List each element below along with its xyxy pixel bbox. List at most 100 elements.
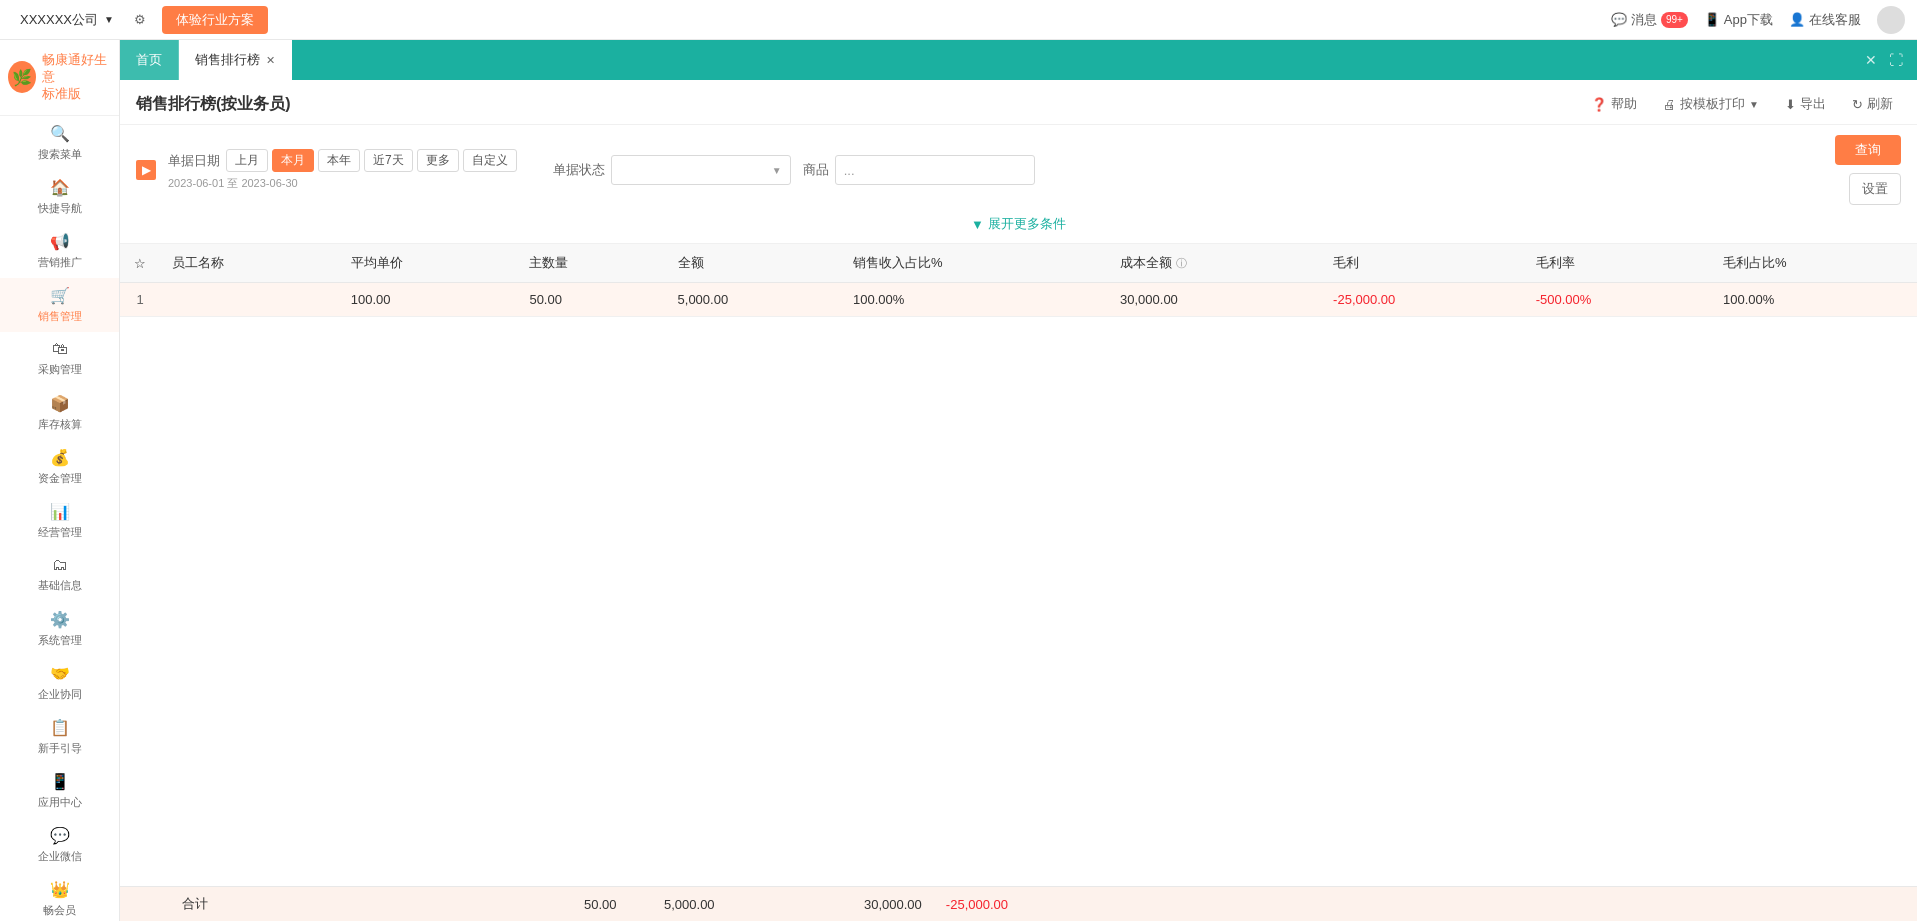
filter-settings-button[interactable]: 设置 xyxy=(1849,173,1901,205)
page-body: 销售排行榜(按业务员) ❓ 帮助 🖨 按模板打印 ▼ ⬇ 导出 xyxy=(120,80,1917,921)
goods-filter-group: 商品 ... xyxy=(803,155,1035,185)
marketing-icon: 📢 xyxy=(50,232,70,251)
sidebar-item-app-center[interactable]: 📱 应用中心 xyxy=(0,764,119,818)
online-service-button[interactable]: 👤 在线客服 xyxy=(1789,11,1861,29)
prev-month-button[interactable]: 上月 xyxy=(226,149,268,172)
sidebar-item-sales[interactable]: 🛒 销售管理 xyxy=(0,278,119,332)
sidebar-item-quick-nav[interactable]: 🏠 快捷导航 xyxy=(0,170,119,224)
current-year-button[interactable]: 本年 xyxy=(318,149,360,172)
wechat-icon: 💬 xyxy=(50,826,70,845)
tab-bar: 首页 销售排行榜 ✕ ✕ ⛶ xyxy=(120,40,1917,80)
custom-button[interactable]: 自定义 xyxy=(463,149,517,172)
message-button[interactable]: 💬 消息 99+ xyxy=(1611,11,1688,29)
sidebar-item-purchase[interactable]: 🛍 采购管理 xyxy=(0,332,119,386)
app-download-label: App下载 xyxy=(1724,11,1773,29)
main-content: 首页 销售排行榜 ✕ ✕ ⛶ 销售排行榜(按业务员) ❓ 帮助 xyxy=(120,40,1917,921)
avatar[interactable] xyxy=(1877,6,1905,34)
col-avg-price: 平均单价 xyxy=(339,244,518,283)
cell-name xyxy=(160,283,339,317)
status-filter-group: 单据状态 ▼ xyxy=(553,155,791,185)
sidebar-item-inventory[interactable]: 📦 库存核算 xyxy=(0,386,119,440)
sidebar-item-member[interactable]: 👑 畅会员 xyxy=(0,872,119,921)
date-range-text: 2023-06-01 至 2023-06-30 xyxy=(168,176,517,191)
more-button[interactable]: 更多 xyxy=(417,149,459,172)
expand-more-label: 展开更多条件 xyxy=(988,215,1066,233)
status-select[interactable]: ▼ xyxy=(611,155,791,185)
system-icon: ⚙️ xyxy=(50,610,70,629)
settings-gear-button[interactable]: ⚙ xyxy=(126,6,154,34)
table-header-row: ☆ 员工名称 平均单价 主数量 全额 销售收入占比% 成本全额 ⓘ 毛利 毛利率… xyxy=(120,244,1917,283)
cell-gross-rate: -500.00% xyxy=(1524,283,1711,317)
cell-gross-pct: 100.00% xyxy=(1711,283,1917,317)
sidebar-item-operations[interactable]: 📊 经营管理 xyxy=(0,494,119,548)
current-month-button[interactable]: 本月 xyxy=(272,149,314,172)
sidebar-label-sales: 销售管理 xyxy=(38,309,82,324)
page-title: 销售排行榜(按业务员) xyxy=(136,94,291,115)
table-container: ☆ 员工名称 平均单价 主数量 全额 销售收入占比% 成本全额 ⓘ 毛利 毛利率… xyxy=(120,244,1917,886)
help-icon: ❓ xyxy=(1591,97,1607,112)
tab-home-label: 首页 xyxy=(136,51,162,69)
date-buttons: 上月 本月 本年 近7天 更多 自定义 xyxy=(226,149,517,172)
filter-expand-button[interactable]: ▶ xyxy=(136,160,156,180)
main-layout: 🌿 畅康通好生意 标准版 🔍 搜索菜单 🏠 快捷导航 📢 营销推广 🛒 销售管理… xyxy=(0,40,1917,921)
sidebar-label-marketing: 营销推广 xyxy=(38,255,82,270)
cell-cost: 30,000.00 xyxy=(1108,283,1321,317)
tab-sales-rank[interactable]: 销售排行榜 ✕ xyxy=(179,40,292,80)
search-button[interactable]: 查询 xyxy=(1835,135,1901,165)
template-print-button[interactable]: 🖨 按模板打印 ▼ xyxy=(1655,92,1767,116)
sidebar-item-finance[interactable]: 💰 资金管理 xyxy=(0,440,119,494)
sidebar-item-guide[interactable]: 📋 新手引导 xyxy=(0,710,119,764)
sidebar-label-inventory: 库存核算 xyxy=(38,417,82,432)
sidebar-label-search: 搜索菜单 xyxy=(38,147,82,162)
refresh-icon: ↻ xyxy=(1852,97,1863,112)
table-footer: 合计 50.00 5,000.00 30,000.00 -25,000.00 xyxy=(120,886,1917,921)
cell-main-qty: 50.00 xyxy=(517,283,665,317)
sidebar-item-search[interactable]: 🔍 搜索菜单 xyxy=(0,116,119,170)
app-download-button[interactable]: 📱 App下载 xyxy=(1704,11,1773,29)
tab-close-icon[interactable]: ✕ xyxy=(266,54,275,67)
cell-rank: 1 xyxy=(120,283,160,317)
operations-icon: 📊 xyxy=(50,502,70,521)
sidebar-label-enterprise: 企业协同 xyxy=(38,687,82,702)
expand-more-button[interactable]: ▼ 展开更多条件 xyxy=(971,215,1066,233)
template-print-label: 按模板打印 xyxy=(1680,95,1745,113)
filter-row-main: ▶ 单据日期 上月 本月 本年 近7天 更多 自定义 xyxy=(136,135,1901,205)
tab-maximize-icon[interactable]: ⛶ xyxy=(1883,48,1909,72)
col-gross: 毛利 xyxy=(1321,244,1524,283)
col-sales-pct: 销售收入占比% xyxy=(841,244,1108,283)
sidebar-label-system: 系统管理 xyxy=(38,633,82,648)
sidebar-label-wechat: 企业微信 xyxy=(38,849,82,864)
goods-placeholder: ... xyxy=(844,163,855,178)
export-button[interactable]: ⬇ 导出 xyxy=(1777,92,1834,116)
cell-amount: 5,000.00 xyxy=(666,283,841,317)
page-title-bar: 销售排行榜(按业务员) ❓ 帮助 🖨 按模板打印 ▼ ⬇ 导出 xyxy=(120,80,1917,125)
col-rank: ☆ xyxy=(120,244,160,283)
header-right: 💬 消息 99+ 📱 App下载 👤 在线客服 xyxy=(1611,6,1905,34)
sidebar-item-basic-info[interactable]: 🗂 基础信息 xyxy=(0,548,119,602)
help-label: 帮助 xyxy=(1611,95,1637,113)
logo-icon: 🌿 xyxy=(8,61,36,93)
message-label: 消息 xyxy=(1631,11,1657,29)
tab-close-window-icon[interactable]: ✕ xyxy=(1859,48,1883,72)
inventory-icon: 📦 xyxy=(50,394,70,413)
goods-input[interactable]: ... xyxy=(835,155,1035,185)
last7days-button[interactable]: 近7天 xyxy=(364,149,413,172)
sidebar-item-marketing[interactable]: 📢 营销推广 xyxy=(0,224,119,278)
tab-home[interactable]: 首页 xyxy=(120,40,179,80)
sidebar-item-wechat[interactable]: 💬 企业微信 xyxy=(0,818,119,872)
filter-area: ▶ 单据日期 上月 本月 本年 近7天 更多 自定义 xyxy=(120,125,1917,244)
sidebar-label-member: 畅会员 xyxy=(43,903,76,918)
company-dropdown-icon: ▼ xyxy=(104,14,114,25)
basic-info-icon: 🗂 xyxy=(52,556,68,574)
sidebar-logo: 🌿 畅康通好生意 标准版 xyxy=(0,40,119,116)
refresh-button[interactable]: ↻ 刷新 xyxy=(1844,92,1901,116)
expand-row: ▼ 展开更多条件 xyxy=(136,211,1901,233)
sidebar-item-enterprise[interactable]: 🤝 企业协同 xyxy=(0,656,119,710)
sidebar: 🌿 畅康通好生意 标准版 🔍 搜索菜单 🏠 快捷导航 📢 营销推广 🛒 销售管理… xyxy=(0,40,120,921)
sidebar-item-system[interactable]: ⚙️ 系统管理 xyxy=(0,602,119,656)
cell-avg-price: 100.00 xyxy=(339,283,518,317)
help-button[interactable]: ❓ 帮助 xyxy=(1583,92,1645,116)
cell-gross: -25,000.00 xyxy=(1321,283,1524,317)
trial-button[interactable]: 体验行业方案 xyxy=(162,6,268,34)
company-selector[interactable]: XXXXXX公司 ▼ xyxy=(12,7,122,33)
